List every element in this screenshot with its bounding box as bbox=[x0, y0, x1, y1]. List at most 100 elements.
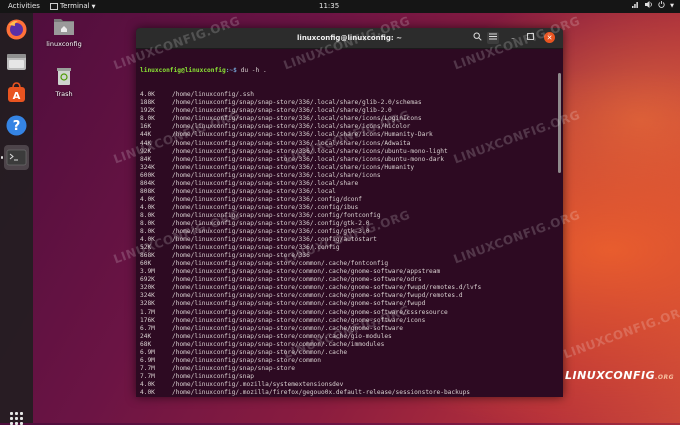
watermark: LINUXCONFIG.ORG bbox=[561, 302, 680, 362]
output-line: 4.0K/home/linuxconfig/snap/snap-store/33… bbox=[140, 204, 559, 212]
output-line: 44K/home/linuxconfig/snap/snap-store/336… bbox=[140, 131, 559, 139]
output-line: 68K/home/linuxconfig/snap/snap-store/com… bbox=[140, 341, 559, 349]
output-size: 6.9M bbox=[140, 348, 155, 356]
output-path: /home/linuxconfig/snap/snap-store/336/.l… bbox=[172, 187, 336, 195]
output-size: 4.0K bbox=[140, 236, 155, 244]
output-size: 692K bbox=[140, 276, 155, 284]
output-size: 188K bbox=[140, 99, 155, 107]
chevron-down-icon: ▼ bbox=[670, 3, 674, 9]
output-size: 868K bbox=[140, 252, 155, 260]
system-tray[interactable]: ▼ bbox=[632, 0, 674, 13]
output-path: /home/linuxconfig/snap/snap-store/common… bbox=[172, 300, 426, 308]
output-size: 8.0K bbox=[140, 219, 155, 227]
output-size: 320K bbox=[140, 284, 155, 292]
help-launcher[interactable]: ? bbox=[4, 113, 29, 138]
chevron-down-icon: ▼ bbox=[91, 4, 96, 10]
output-path: /home/linuxconfig/snap/snap-store/common bbox=[172, 356, 322, 364]
terminal-scrollbar[interactable] bbox=[558, 73, 561, 173]
output-path: /home/linuxconfig/snap/snap-store/common… bbox=[172, 268, 441, 276]
output-size: 1.7M bbox=[140, 308, 155, 316]
software-store-icon: A bbox=[8, 82, 25, 102]
terminal-output[interactable]: linuxconfig@linuxconfig:~$ du -h . 4.0K /… bbox=[136, 49, 563, 397]
desktop-icon-label: linuxconfig bbox=[46, 40, 82, 48]
output-path: /home/linuxconfig/snap/snap-store/336/.l… bbox=[172, 179, 359, 187]
menu-button[interactable] bbox=[487, 32, 499, 44]
output-size: 808K bbox=[140, 187, 155, 195]
close-button[interactable]: ✕ bbox=[544, 32, 555, 43]
output-path: /home/linuxconfig/snap/snap-store/336/.l… bbox=[172, 163, 415, 171]
output-line: 44K/home/linuxconfig/snap/snap-store/336… bbox=[140, 140, 559, 148]
network-icon bbox=[632, 0, 640, 13]
output-line: 60K/home/linuxconfig/snap/snap-store/com… bbox=[140, 260, 559, 268]
activities-button[interactable]: Activities bbox=[8, 0, 40, 13]
output-path: /home/linuxconfig/snap/snap-store/336/.c… bbox=[172, 219, 370, 227]
power-icon bbox=[658, 0, 665, 13]
output-size: 8.0K bbox=[140, 228, 155, 236]
desktop-icon-home[interactable]: linuxconfig bbox=[44, 16, 84, 48]
files-launcher[interactable] bbox=[4, 49, 29, 74]
output-line: 4.0K/home/linuxconfig/.mozilla/systemext… bbox=[140, 381, 559, 389]
output-size: 4.0K bbox=[140, 380, 155, 388]
output-path: /home/linuxconfig/snap/snap-store/common… bbox=[172, 324, 403, 332]
output-line: 176K/home/linuxconfig/snap/snap-store/co… bbox=[140, 317, 559, 325]
terminal-launcher[interactable] bbox=[4, 145, 29, 170]
output-size: 6.7M bbox=[140, 324, 155, 332]
svg-text:?: ? bbox=[13, 119, 21, 134]
output-line: 328K/home/linuxconfig/snap/snap-store/co… bbox=[140, 300, 559, 308]
output-path: /home/linuxconfig/snap/snap-store/336/.l… bbox=[172, 139, 411, 147]
home-folder-icon bbox=[54, 19, 74, 35]
output-size: 6.9M bbox=[140, 356, 155, 364]
maximize-button[interactable] bbox=[524, 32, 536, 44]
output-size: 328K bbox=[140, 300, 155, 308]
output-path: /home/linuxconfig/snap/snap-store/common… bbox=[172, 332, 392, 340]
firefox-launcher[interactable] bbox=[4, 17, 29, 42]
output-path: /home/linuxconfig/snap/snap-store bbox=[172, 364, 295, 372]
output-path: /home/linuxconfig/snap/snap-store/336/.l… bbox=[172, 115, 422, 123]
brand-logo: LINUXCONFIG.ORG bbox=[565, 369, 674, 382]
output-line: 692K/home/linuxconfig/snap/snap-store/co… bbox=[140, 276, 559, 284]
output-path: /home/linuxconfig/snap/snap-store/336/.l… bbox=[172, 147, 448, 155]
output-line: 324K/home/linuxconfig/snap/snap-store/co… bbox=[140, 292, 559, 300]
output-path: /home/linuxconfig/snap/snap-store/336/.l… bbox=[172, 131, 433, 139]
output-line: 52K/home/linuxconfig/snap/snap-store/336… bbox=[140, 244, 559, 252]
clock[interactable]: 11:35 bbox=[319, 0, 339, 13]
output-line: 7.7M/home/linuxconfig/snap bbox=[140, 373, 559, 381]
output-line: 600K/home/linuxconfig/snap/snap-store/33… bbox=[140, 172, 559, 180]
app-menu-button[interactable]: Terminal ▼ bbox=[50, 0, 95, 14]
output-path: /home/linuxconfig/snap/snap-store/common… bbox=[172, 308, 448, 316]
output-path: /home/linuxconfig/snap/snap-store/common… bbox=[172, 276, 422, 284]
minimize-button[interactable]: – bbox=[507, 32, 519, 44]
output-size: 324K bbox=[140, 163, 155, 171]
output-size: 324K bbox=[140, 292, 155, 300]
top-bar: Activities Terminal ▼ 11:35 ▼ bbox=[0, 0, 680, 13]
output-size: 8.0K bbox=[140, 115, 155, 123]
output-line: 188K/home/linuxconfig/snap/snap-store/33… bbox=[140, 99, 559, 107]
output-size: 24K bbox=[140, 332, 152, 340]
brand-text: LINUXCONFIG bbox=[565, 369, 656, 382]
output-line: 192K/home/linuxconfig/snap/snap-store/33… bbox=[140, 107, 559, 115]
show-applications-button[interactable] bbox=[10, 412, 23, 425]
desktop-icon-trash[interactable]: Trash bbox=[44, 66, 84, 98]
help-icon: ? bbox=[6, 115, 27, 136]
output-line: 8.0K/home/linuxconfig/snap/snap-store/33… bbox=[140, 228, 559, 236]
output-line: 8.0K/home/linuxconfig/snap/snap-store/33… bbox=[140, 212, 559, 220]
output-path: /home/linuxconfig/snap/snap-store/336/.l… bbox=[172, 171, 381, 179]
output-size: 4.0K bbox=[140, 388, 155, 396]
software-launcher[interactable]: A bbox=[4, 81, 29, 106]
terminal-headerbar[interactable]: linuxconfig@linuxconfig: ~ – ✕ bbox=[136, 28, 563, 49]
command-text: du -h . bbox=[236, 67, 267, 75]
firefox-icon bbox=[6, 19, 27, 40]
output-path: /home/linuxconfig/snap/snap-store/336/.l… bbox=[172, 155, 444, 163]
output-line: 4.0K/home/linuxconfig/snap/snap-store/33… bbox=[140, 196, 559, 204]
output-path: /home/linuxconfig/snap/snap-store/common… bbox=[172, 260, 389, 268]
output-path: /home/linuxconfig/snap/snap-store/common… bbox=[172, 348, 348, 356]
search-button[interactable] bbox=[471, 32, 483, 44]
brand-suffix: .ORG bbox=[655, 374, 675, 381]
terminal-window[interactable]: linuxconfig@linuxconfig: ~ – ✕ linuxconf… bbox=[136, 28, 563, 397]
output-path: /home/linuxconfig/snap/snap-store/336/.l… bbox=[172, 99, 422, 107]
volume-icon bbox=[645, 0, 653, 13]
maximize-icon bbox=[526, 33, 534, 40]
output-line: 16K/home/linuxconfig/snap/snap-store/336… bbox=[140, 123, 559, 131]
output-line: 320K/home/linuxconfig/snap/snap-store/co… bbox=[140, 284, 559, 292]
close-icon: ✕ bbox=[546, 34, 553, 42]
